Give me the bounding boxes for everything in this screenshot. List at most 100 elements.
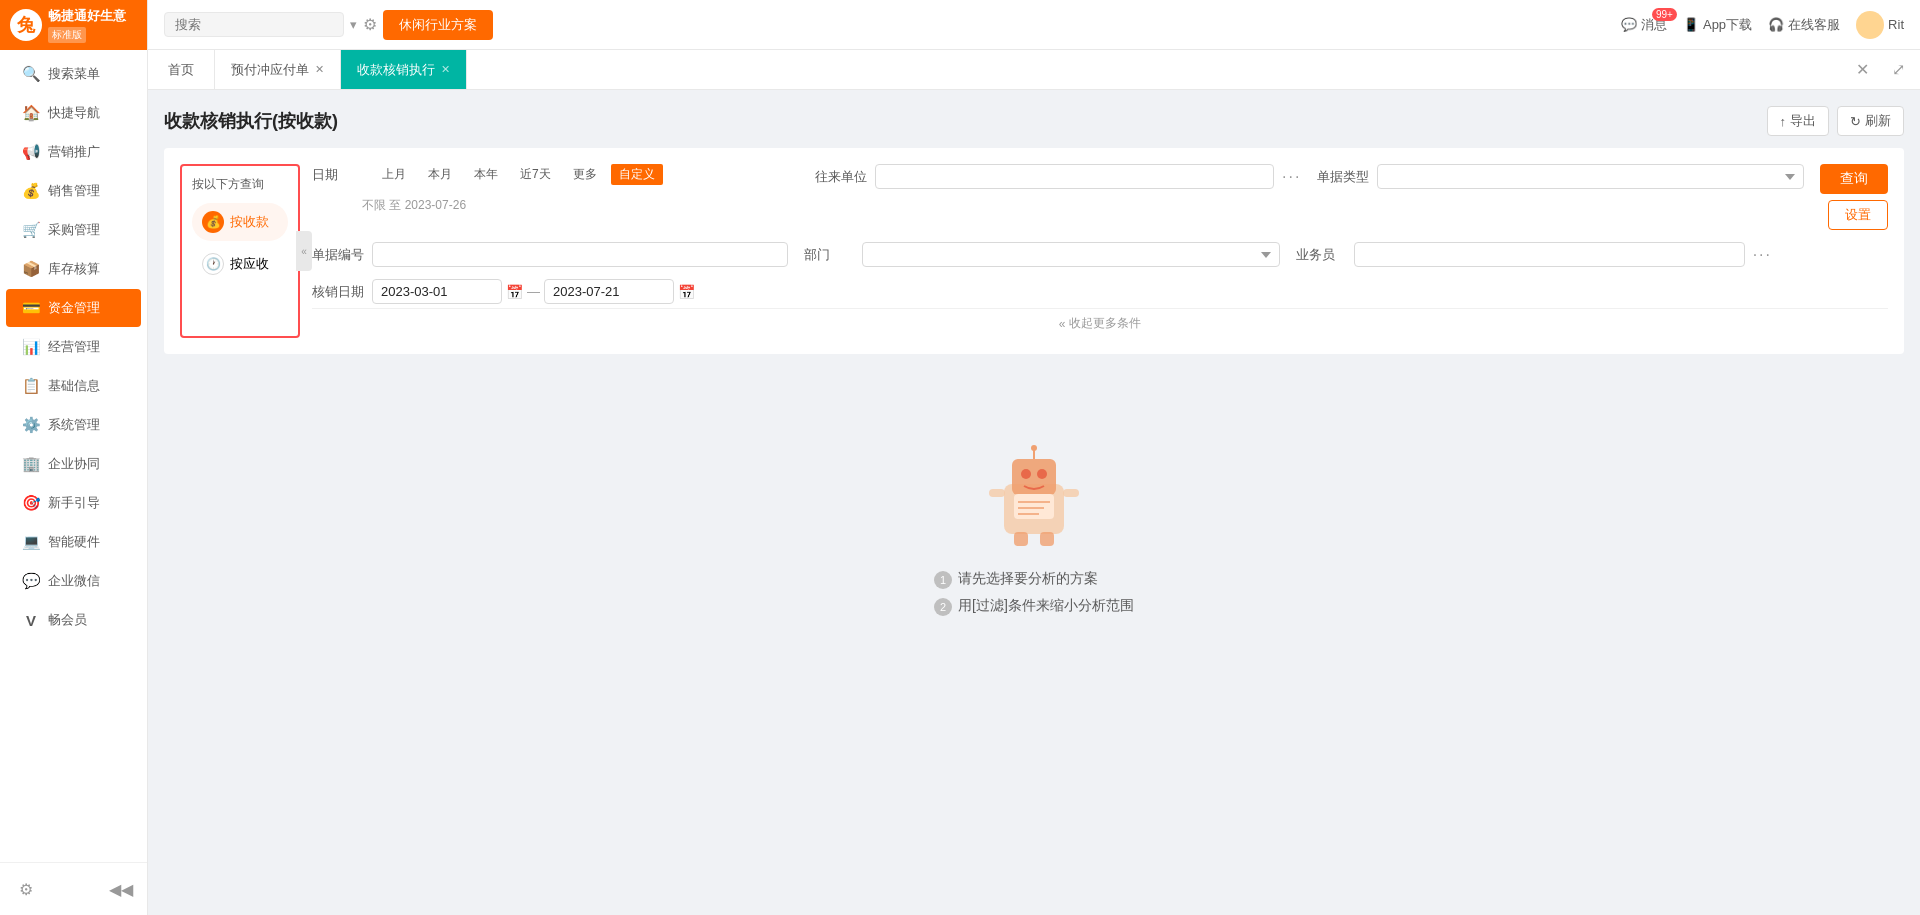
verify-end-input[interactable]	[544, 279, 674, 304]
filter-panel: 按以下方查询 💰 按收款 🕐 按应收 «	[164, 148, 1904, 354]
page-actions: ↑ 导出 ↻ 刷新	[1767, 106, 1905, 136]
sidebar-item-operation[interactable]: 📊 经营管理	[6, 328, 141, 366]
doc-type-select[interactable]	[1377, 164, 1804, 189]
tab-home[interactable]: 首页	[148, 50, 215, 89]
date-label: 日期	[312, 166, 362, 184]
search-nav-icon: 🔍	[22, 65, 40, 83]
step2-text: 用[过滤]条件来缩小分析范围	[958, 597, 1134, 615]
header-gear-icon[interactable]: ⚙	[363, 15, 377, 34]
tab-receivable[interactable]: 收款核销执行 ✕	[341, 50, 467, 89]
date-range-text: 不限 至 2023-07-26	[362, 198, 466, 212]
query-button[interactable]: 查询	[1820, 164, 1888, 194]
date-section: 日期 上月 本月 本年 近7天 更多 自定义 不限 至 2023-0	[312, 164, 799, 214]
export-button[interactable]: ↑ 导出	[1767, 106, 1830, 136]
date-row: 日期 上月 本月 本年 近7天 更多 自定义	[312, 164, 799, 185]
svg-rect-9	[1040, 532, 1054, 546]
tab-prepay[interactable]: 预付冲应付单 ✕	[215, 50, 341, 89]
sidebar-label-purchase: 采购管理	[48, 221, 100, 239]
sidebar-item-quick[interactable]: 🏠 快捷导航	[6, 94, 141, 132]
header-dropdown-icon[interactable]: ▾	[350, 17, 357, 32]
sidebar-item-purchase[interactable]: 🛒 采购管理	[6, 211, 141, 249]
dept-label: 部门	[804, 246, 854, 264]
date-btn-this-month[interactable]: 本月	[420, 164, 460, 185]
settings-icon[interactable]: ⚙	[10, 873, 42, 905]
export-label: 导出	[1790, 112, 1816, 130]
message-item[interactable]: 💬 消息 99+	[1621, 16, 1667, 34]
counterparty-dots-icon[interactable]: ···	[1282, 168, 1301, 186]
tab-prepay-label: 预付冲应付单	[231, 61, 309, 79]
dept-section: 部门	[804, 242, 1280, 267]
refresh-button[interactable]: ↻ 刷新	[1837, 106, 1904, 136]
sidebar-item-wechat[interactable]: 💬 企业微信	[6, 562, 141, 600]
service-item[interactable]: 🎧 在线客服	[1768, 16, 1840, 34]
sidebar-item-member[interactable]: V 畅会员	[6, 601, 141, 639]
date-separator: —	[527, 284, 540, 299]
sidebar-label-guide: 新手引导	[48, 494, 100, 512]
date-btn-custom[interactable]: 自定义	[611, 164, 663, 185]
sidebar-item-search[interactable]: 🔍 搜索菜单	[6, 55, 141, 93]
inventory-nav-icon: 📦	[22, 260, 40, 278]
sidebar-item-guide[interactable]: 🎯 新手引导	[6, 484, 141, 522]
app-label: App下载	[1703, 16, 1752, 34]
tab-prepay-close-icon[interactable]: ✕	[315, 63, 324, 76]
verify-end-calendar-icon[interactable]: 📅	[678, 284, 695, 300]
step2-num: 2	[934, 598, 952, 616]
filter-option-by-receipt[interactable]: 💰 按收款	[192, 203, 288, 241]
collapse-sidebar-icon[interactable]: ◀◀	[105, 873, 137, 905]
header-search-input[interactable]	[164, 12, 344, 37]
tab-expand-icon[interactable]: ⤢	[1884, 56, 1912, 84]
filter-left-title: 按以下方查询	[192, 176, 288, 193]
top-header: ▾ ⚙ 休闲行业方案 💬 消息 99+ 📱 App下载 🎧 在线客服 Rit	[148, 0, 1920, 50]
sidebar-item-basic[interactable]: 📋 基础信息	[6, 367, 141, 405]
sidebar-item-sales[interactable]: 💰 销售管理	[6, 172, 141, 210]
verify-start-input[interactable]	[372, 279, 502, 304]
sidebar-item-enterprise[interactable]: 🏢 企业协同	[6, 445, 141, 483]
header-right: 💬 消息 99+ 📱 App下载 🎧 在线客服 Rit	[1621, 11, 1904, 39]
verify-start-calendar-icon[interactable]: 📅	[506, 284, 523, 300]
svg-rect-8	[1014, 532, 1028, 546]
sidebar-item-inventory[interactable]: 📦 库存核算	[6, 250, 141, 288]
date-btn-more[interactable]: 更多	[565, 164, 605, 185]
sidebar-item-finance[interactable]: 💳 资金管理	[6, 289, 141, 327]
date-btn-last-month[interactable]: 上月	[374, 164, 414, 185]
dept-select[interactable]	[862, 242, 1280, 267]
filter-option-by-receivable[interactable]: 🕐 按应收	[192, 245, 288, 283]
empty-step-2: 2 用[过滤]条件来缩小分析范围	[934, 597, 1134, 616]
counterparty-input[interactable]	[875, 164, 1274, 189]
sidebar-label-system: 系统管理	[48, 416, 100, 434]
operation-nav-icon: 📊	[22, 338, 40, 356]
filter-collapse-button[interactable]: «	[296, 231, 312, 271]
tab-receivable-close-icon[interactable]: ✕	[441, 63, 450, 76]
marketing-nav-icon: 📢	[22, 143, 40, 161]
sidebar-label-sales: 销售管理	[48, 182, 100, 200]
sidebar-item-system[interactable]: ⚙️ 系统管理	[6, 406, 141, 444]
filter-left: 按以下方查询 💰 按收款 🕐 按应收 «	[180, 164, 300, 338]
guide-nav-icon: 🎯	[22, 494, 40, 512]
solution-button[interactable]: 休闲行业方案	[383, 10, 493, 40]
refresh-label: 刷新	[1865, 112, 1891, 130]
purchase-nav-icon: 🛒	[22, 221, 40, 239]
date-btn-7days[interactable]: 近7天	[512, 164, 559, 185]
empty-list: 1 请先选择要分析的方案 2 用[过滤]条件来缩小分析范围	[934, 570, 1134, 616]
staff-dots-icon[interactable]: ···	[1753, 246, 1772, 264]
staff-input[interactable]	[1354, 242, 1745, 267]
sidebar-label-operation: 经营管理	[48, 338, 100, 356]
sidebar-item-marketing[interactable]: 📢 营销推广	[6, 133, 141, 171]
logo-name: 畅捷通好生意	[48, 7, 126, 25]
doc-type-label: 单据类型	[1317, 168, 1369, 186]
receivable-option-label: 按应收	[230, 255, 269, 273]
sidebar-item-hardware[interactable]: 💻 智能硬件	[6, 523, 141, 561]
page-header: 收款核销执行(按收款) ↑ 导出 ↻ 刷新	[164, 106, 1904, 136]
doc-number-input[interactable]	[372, 242, 788, 267]
step1-text: 请先选择要分析的方案	[958, 570, 1098, 588]
page-content: 收款核销执行(按收款) ↑ 导出 ↻ 刷新 按以下方查询 💰 按收款	[148, 90, 1920, 915]
date-btn-this-year[interactable]: 本年	[466, 164, 506, 185]
app-download-item[interactable]: 📱 App下载	[1683, 16, 1752, 34]
logo-text-block: 畅捷通好生意 标准版	[48, 7, 126, 43]
sidebar-logo: 兔 畅捷通好生意 标准版	[0, 0, 147, 50]
finance-nav-icon: 💳	[22, 299, 40, 317]
user-item[interactable]: Rit	[1856, 11, 1904, 39]
tab-close-all-icon[interactable]: ✕	[1848, 56, 1876, 84]
collapse-more-button[interactable]: « 收起更多条件	[312, 308, 1888, 338]
settings-button[interactable]: 设置	[1828, 200, 1888, 230]
